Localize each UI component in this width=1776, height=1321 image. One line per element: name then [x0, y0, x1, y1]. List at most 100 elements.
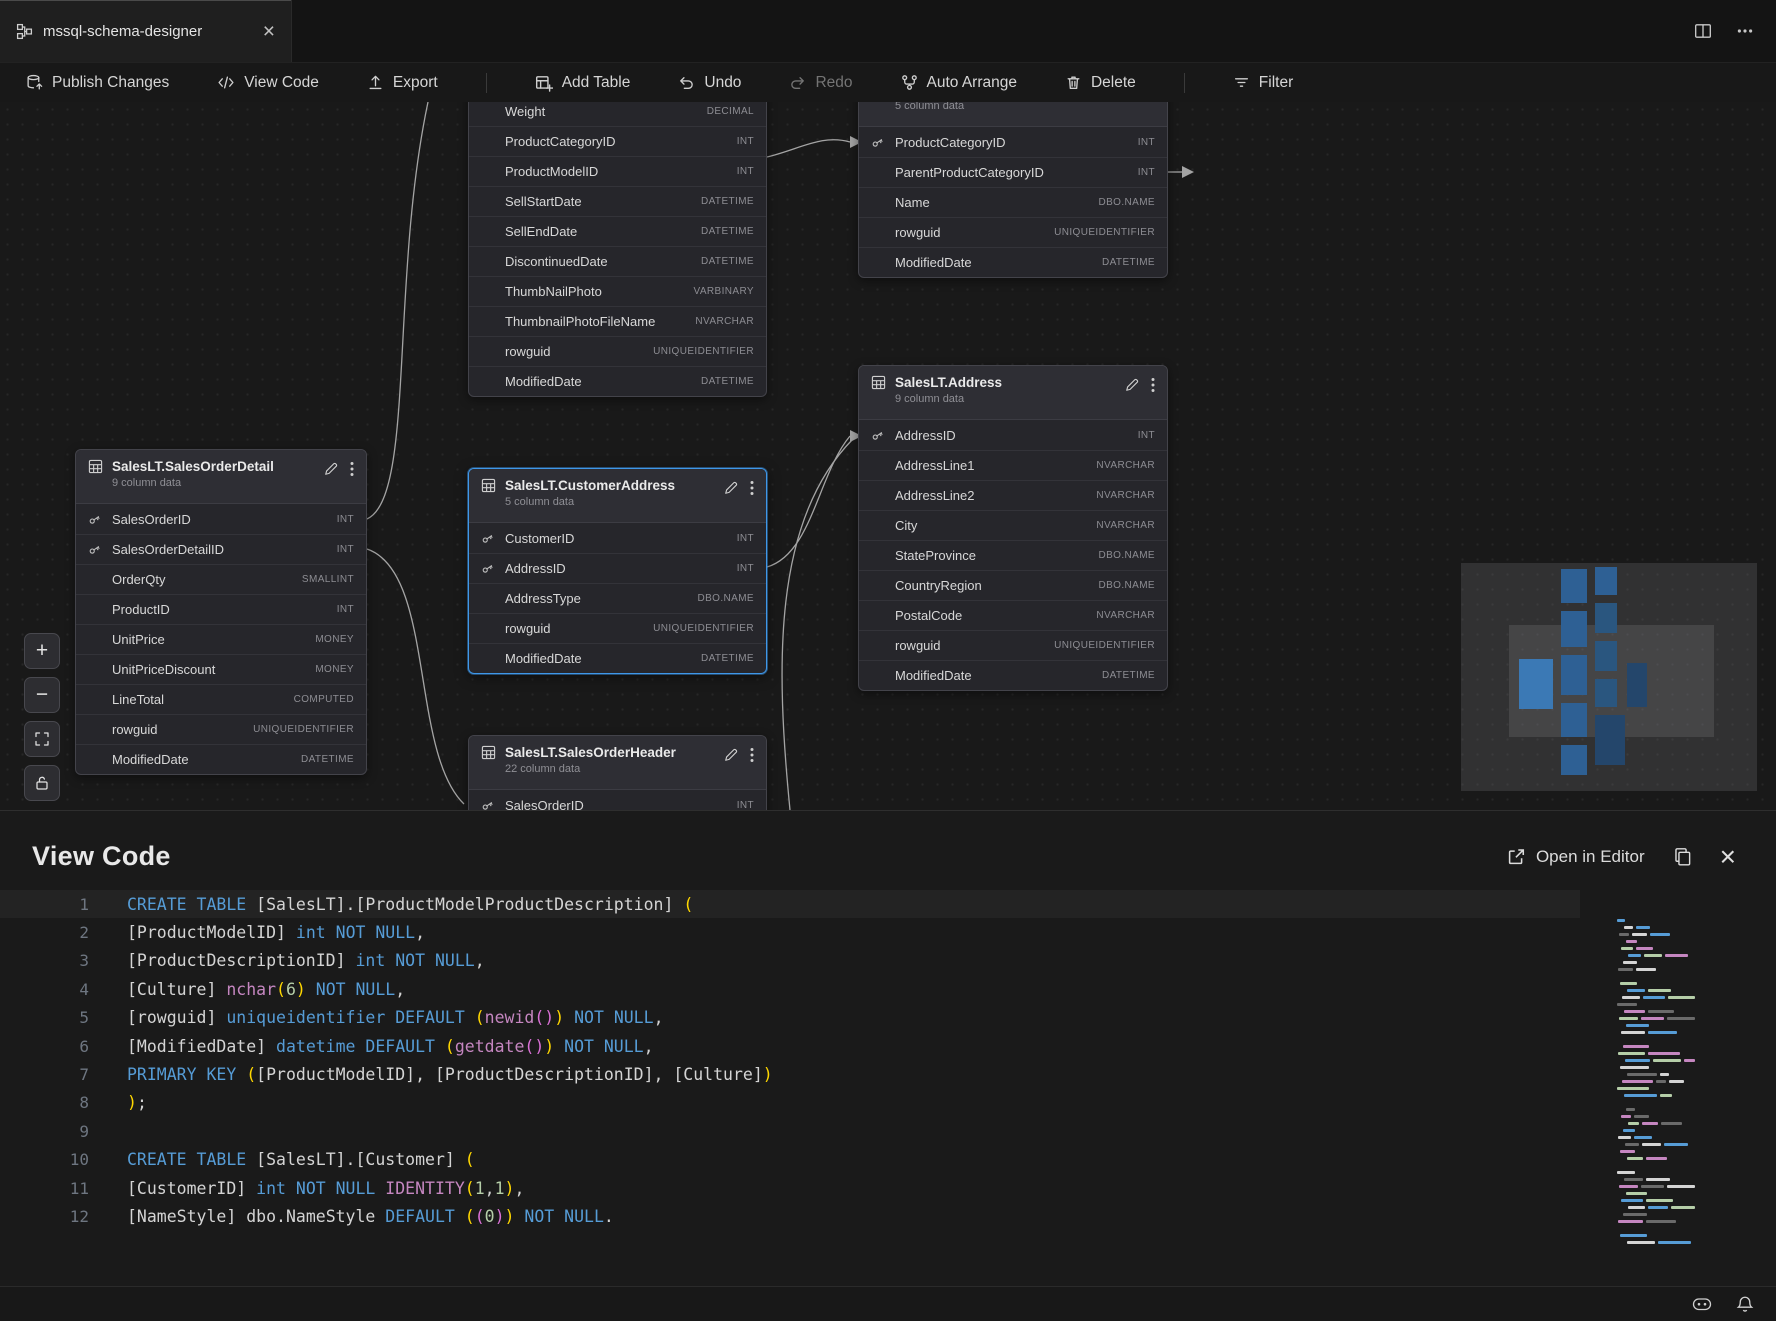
column-row-salesorderid[interactable]: SalesOrderIDINT: [76, 504, 366, 534]
column-row-salesorderid[interactable]: SalesOrderIDINT: [469, 790, 766, 810]
column-row-productcategoryid[interactable]: ProductCategoryIDINT: [469, 126, 766, 156]
schema-canvas[interactable]: WeightDECIMALProductCategoryIDINTProduct…: [0, 102, 1776, 810]
column-row-addressid[interactable]: AddressIDINT: [469, 553, 766, 583]
column-row-rowguid[interactable]: rowguidUNIQUEIDENTIFIER: [76, 714, 366, 744]
column-row-rowguid[interactable]: rowguidUNIQUEIDENTIFIER: [469, 336, 766, 366]
edit-table-button[interactable]: [1125, 378, 1139, 392]
column-type: DATETIME: [1102, 257, 1155, 268]
code-line-1[interactable]: 1CREATE TABLE [SalesLT].[ProductModelPro…: [0, 890, 1580, 918]
table-card-address[interactable]: SalesLT.Address9 column dataAddressIDINT…: [858, 365, 1168, 691]
column-row-rowguid[interactable]: rowguidUNIQUEIDENTIFIER: [859, 217, 1167, 247]
column-row-thumbnailphoto[interactable]: ThumbNailPhotoVARBINARY: [469, 276, 766, 306]
minimap-line: [1613, 1192, 1695, 1195]
edit-table-button[interactable]: [724, 748, 738, 762]
minimap-table-block: [1519, 659, 1553, 709]
column-row-parentproductcategoryid[interactable]: ParentProductCategoryIDINT: [859, 157, 1167, 187]
toolbar-redo-button[interactable]: Redo: [789, 74, 852, 92]
column-row-modifieddate[interactable]: ModifiedDateDATETIME: [469, 643, 766, 673]
fit-view-button[interactable]: [24, 721, 60, 757]
more-actions-button[interactable]: [1736, 22, 1754, 40]
code-line-8[interactable]: 8);: [0, 1089, 1580, 1117]
column-row-addressline2[interactable]: AddressLine2NVARCHAR: [859, 480, 1167, 510]
toolbar-publish-changes-button[interactable]: Publish Changes: [26, 74, 169, 92]
split-editor-button[interactable]: [1694, 22, 1712, 40]
table-card-sales-order-header[interactable]: SalesLT.SalesOrderHeader22 column dataSa…: [468, 735, 767, 810]
toolbar-delete-button[interactable]: Delete: [1065, 74, 1136, 92]
table-title: SalesLT.SalesOrderDetail: [112, 459, 274, 474]
column-row-name[interactable]: NameDBO.NAME: [859, 187, 1167, 217]
toolbar-view-code-button[interactable]: View Code: [217, 74, 319, 92]
table-card-customer-address[interactable]: SalesLT.CustomerAddress5 column dataCust…: [468, 468, 767, 674]
column-row-modifieddate[interactable]: ModifiedDateDATETIME: [859, 660, 1167, 690]
zoom-out-button[interactable]: −: [24, 677, 60, 713]
code-line-9[interactable]: 9: [0, 1117, 1580, 1145]
code-line-10[interactable]: 10CREATE TABLE [SalesLT].[Customer] (: [0, 1146, 1580, 1174]
code-line-11[interactable]: 11[CustomerID] int NOT NULL IDENTITY(1,1…: [0, 1174, 1580, 1202]
column-row-sellenddate[interactable]: SellEndDateDATETIME: [469, 216, 766, 246]
column-row-sellstartdate[interactable]: SellStartDateDATETIME: [469, 186, 766, 216]
zoom-in-button[interactable]: +: [24, 633, 60, 669]
edit-table-button[interactable]: [724, 481, 738, 495]
edit-table-button[interactable]: [324, 462, 338, 476]
column-row-unitpricediscount[interactable]: UnitPriceDiscountMONEY: [76, 654, 366, 684]
column-row-addressid[interactable]: AddressIDINT: [859, 420, 1167, 450]
column-row-rowguid[interactable]: rowguidUNIQUEIDENTIFIER: [859, 630, 1167, 660]
column-row-modifieddate[interactable]: ModifiedDateDATETIME: [469, 366, 766, 396]
code-line-3[interactable]: 3[ProductDescriptionID] int NOT NULL,: [0, 947, 1580, 975]
toolbar-filter-button[interactable]: Filter: [1233, 74, 1293, 92]
column-row-salesorderdetailid[interactable]: SalesOrderDetailIDINT: [76, 534, 366, 564]
column-row-discontinueddate[interactable]: DiscontinuedDateDATETIME: [469, 246, 766, 276]
column-row-linetotal[interactable]: LineTotalCOMPUTED: [76, 684, 366, 714]
column-row-addresstype[interactable]: AddressTypeDBO.NAME: [469, 583, 766, 613]
toolbar-add-table-button[interactable]: Add Table: [535, 74, 631, 92]
column-row-modifieddate[interactable]: ModifiedDateDATETIME: [76, 744, 366, 774]
column-row-thumbnailphotofilename[interactable]: ThumbnailPhotoFileNameNVARCHAR: [469, 306, 766, 336]
column-row-countryregion[interactable]: CountryRegionDBO.NAME: [859, 570, 1167, 600]
notifications-bell-button[interactable]: [1736, 1295, 1754, 1313]
column-row-addressline1[interactable]: AddressLine1NVARCHAR: [859, 450, 1167, 480]
tab-mssql-schema-designer[interactable]: mssql-schema-designer ×: [0, 0, 292, 62]
table-card-sales-order-detail[interactable]: SalesLT.SalesOrderDetail 9 column data Sal…: [75, 449, 367, 775]
column-row-weight[interactable]: WeightDECIMAL: [469, 102, 766, 126]
table-menu-button[interactable]: [350, 461, 354, 477]
column-row-stateprovince[interactable]: StateProvinceDBO.NAME: [859, 540, 1167, 570]
table-subtitle: 5 column data: [895, 102, 964, 112]
code-line-12[interactable]: 12[NameStyle] dbo.NameStyle DEFAULT ((0)…: [0, 1202, 1580, 1230]
column-row-modifieddate[interactable]: ModifiedDateDATETIME: [859, 247, 1167, 277]
toolbar-undo-button[interactable]: Undo: [678, 74, 741, 92]
code-line-4[interactable]: 4[Culture] nchar(6) NOT NULL,: [0, 975, 1580, 1003]
toolbar-export-button[interactable]: Export: [367, 74, 438, 92]
column-row-unitprice[interactable]: UnitPriceMONEY: [76, 624, 366, 654]
column-row-city[interactable]: CityNVARCHAR: [859, 510, 1167, 540]
table-menu-button[interactable]: [750, 480, 754, 496]
column-row-productmodelid[interactable]: ProductModelIDINT: [469, 156, 766, 186]
code-line-5[interactable]: 5[rowguid] uniqueidentifier DEFAULT (new…: [0, 1004, 1580, 1032]
table-subtitle: 9 column data: [112, 477, 274, 489]
column-row-customerid[interactable]: CustomerIDINT: [469, 523, 766, 553]
toolbar-auto-arrange-button[interactable]: Auto Arrange: [901, 74, 1017, 92]
close-panel-button[interactable]: ×: [1720, 843, 1736, 871]
open-external-icon: [1507, 847, 1526, 866]
table-card-product[interactable]: WeightDECIMALProductCategoryIDINTProduct…: [468, 102, 767, 397]
code-line-2[interactable]: 2[ProductModelID] int NOT NULL,: [0, 918, 1580, 946]
code-line-7[interactable]: 7PRIMARY KEY ([ProductModelID], [Product…: [0, 1060, 1580, 1088]
column-row-rowguid[interactable]: rowguidUNIQUEIDENTIFIER: [469, 613, 766, 643]
table-menu-button[interactable]: [750, 747, 754, 763]
code-line-6[interactable]: 6[ModifiedDate] datetime DEFAULT (getdat…: [0, 1032, 1580, 1060]
copy-code-button[interactable]: [1673, 847, 1692, 866]
lock-button[interactable]: [24, 765, 60, 801]
code-minimap[interactable]: [1613, 919, 1695, 1255]
open-in-editor-button[interactable]: Open in Editor: [1507, 847, 1645, 867]
tab-close-button[interactable]: ×: [263, 21, 275, 42]
code-viewer[interactable]: 1CREATE TABLE [SalesLT].[ProductModelPro…: [0, 890, 1776, 1231]
column-name: OrderQty: [112, 572, 165, 587]
column-row-postalcode[interactable]: PostalCodeNVARCHAR: [859, 600, 1167, 630]
copilot-button[interactable]: [1692, 1294, 1712, 1314]
table-card-product-category[interactable]: 5 column data ProductCategoryIDINTParentP…: [858, 102, 1168, 278]
column-row-productid[interactable]: ProductIDINT: [76, 594, 366, 624]
column-row-orderqty[interactable]: OrderQtySMALLINT: [76, 564, 366, 594]
primary-key-icon: [871, 136, 895, 149]
canvas-minimap[interactable]: [1461, 563, 1757, 791]
column-row-productcategoryid[interactable]: ProductCategoryIDINT: [859, 127, 1167, 157]
table-menu-button[interactable]: [1151, 377, 1155, 393]
